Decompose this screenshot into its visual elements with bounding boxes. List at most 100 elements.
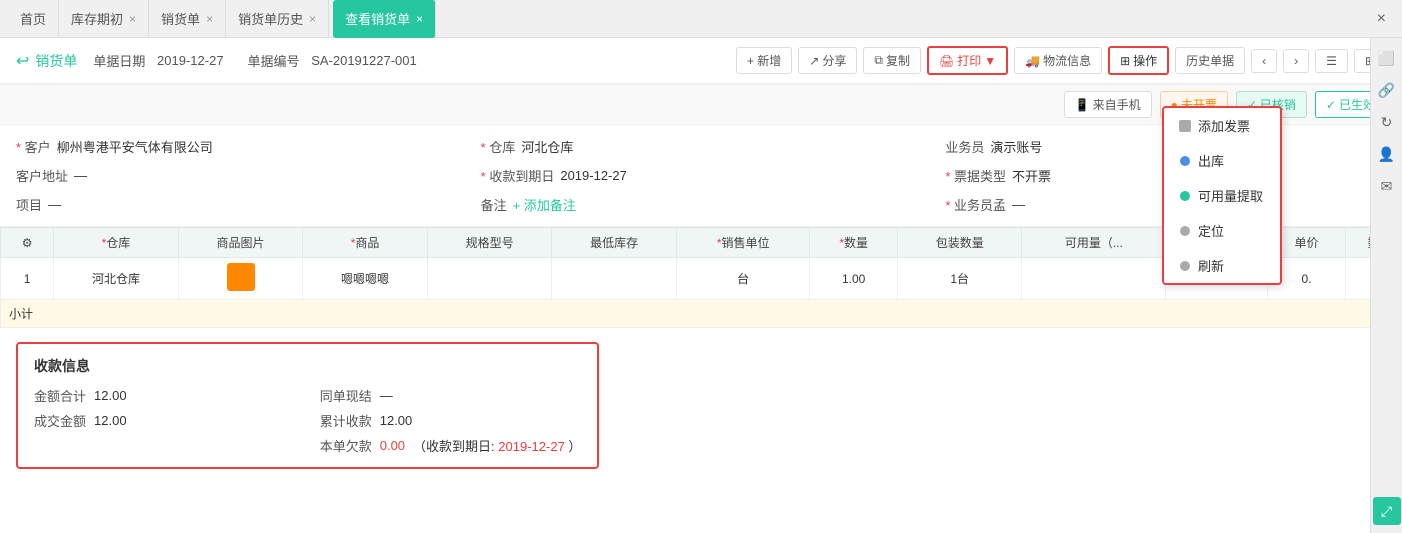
col-spec: 规格型号 bbox=[427, 228, 552, 258]
row-qty: 1.00 bbox=[810, 258, 898, 300]
window-close-button[interactable]: × bbox=[1369, 10, 1394, 28]
project-value: — bbox=[48, 197, 61, 212]
list-view-button[interactable]: ☰ bbox=[1315, 49, 1348, 73]
transaction-amount-row: 成交金额 12.00 bbox=[34, 411, 296, 430]
row-product: 嗯嗯嗯嗯 bbox=[303, 258, 428, 300]
sidebar-icon-refresh[interactable]: ↻ bbox=[1375, 110, 1399, 134]
customer-value: 柳州粤港平安气体有限公司 bbox=[57, 137, 213, 156]
same-order-value: — bbox=[380, 388, 393, 403]
logistics-icon: 🚚 bbox=[1025, 54, 1040, 68]
tab-inventory-init[interactable]: 库存期初 × bbox=[59, 0, 149, 38]
customer-label: 客户 bbox=[16, 137, 51, 156]
add-invoice-item[interactable]: 添加发票 bbox=[1164, 108, 1280, 143]
doc-type-label: ↩ 销货单 bbox=[16, 51, 77, 71]
ticket-type-value: 不开票 bbox=[1012, 166, 1051, 185]
total-amount-value: 12.00 bbox=[94, 388, 127, 403]
row-available bbox=[1022, 258, 1166, 300]
tab-sales-history[interactable]: 销货单历史 × bbox=[226, 0, 329, 38]
sidebar-icon-expand[interactable]: ⤢ bbox=[1373, 497, 1401, 525]
add-invoice-icon bbox=[1178, 119, 1192, 133]
row-unit: 台 bbox=[676, 258, 810, 300]
salesperson-label: 业务员孟 bbox=[945, 195, 1006, 214]
col-pack-qty: 包装数量 bbox=[897, 228, 1022, 258]
same-order-settlement-row: 同单现结 — bbox=[320, 386, 582, 405]
note-add-button[interactable]: + 添加备注 bbox=[513, 195, 576, 214]
print-button[interactable]: 🖨 打印 ▼ bbox=[927, 46, 1008, 75]
row-product-image bbox=[178, 258, 303, 300]
payment-section: 收款信息 金额合计 12.00 同单现结 — 成交金额 12.00 bbox=[16, 342, 599, 469]
new-button[interactable]: + 新增 bbox=[736, 47, 792, 74]
col-min-stock: 最低库存 bbox=[552, 228, 677, 258]
sidebar-icon-message[interactable]: ✉ bbox=[1375, 174, 1399, 198]
ticket-type-label: 票据类型 bbox=[945, 166, 1006, 185]
tab-bar: 首页 库存期初 × 销货单 × 销货单历史 × 查看销货单 × × bbox=[0, 0, 1402, 38]
share-button[interactable]: ↗ 分享 bbox=[798, 47, 857, 74]
prev-button[interactable]: ‹ bbox=[1251, 49, 1277, 73]
project-row: 项目 — bbox=[16, 195, 457, 214]
warehouse-out-item[interactable]: 出库 bbox=[1164, 143, 1280, 178]
available-qty-icon bbox=[1178, 189, 1192, 203]
col-settings[interactable]: ⚙ bbox=[1, 228, 54, 258]
print-icon: 🖨 bbox=[939, 54, 954, 68]
project-label: 项目 bbox=[16, 195, 42, 214]
transaction-amount-label: 成交金额 bbox=[34, 411, 86, 430]
effective-icon: ✓ bbox=[1326, 98, 1336, 112]
history-button[interactable]: 历史单据 bbox=[1175, 47, 1245, 74]
sidebar-icon-user[interactable]: 👤 bbox=[1375, 142, 1399, 166]
col-unit: *销售单位 bbox=[676, 228, 810, 258]
operation-dropdown: 添加发票 出库 可用量提取 定位 bbox=[1162, 106, 1282, 285]
total-amount-row: 金额合计 12.00 bbox=[34, 386, 296, 405]
doc-number-label: 单据编号 SA-20191227-001 bbox=[248, 51, 417, 70]
locate-icon bbox=[1178, 224, 1192, 238]
copy-icon: ⧉ bbox=[874, 53, 883, 68]
next-button[interactable]: › bbox=[1283, 49, 1309, 73]
copy-button[interactable]: ⧉ 复制 bbox=[863, 47, 921, 74]
row-pack-qty: 1台 bbox=[897, 258, 1022, 300]
salesperson-value: — bbox=[1012, 197, 1025, 212]
address-value: — bbox=[74, 168, 87, 183]
payment-title: 收款信息 bbox=[34, 356, 581, 376]
close-inventory-init[interactable]: × bbox=[129, 12, 136, 26]
locate-item[interactable]: 定位 bbox=[1164, 213, 1280, 248]
total-amount-label: 金额合计 bbox=[34, 386, 86, 405]
cumulative-receipt-row: 累计收款 12.00 bbox=[320, 411, 582, 430]
sidebar-icon-document[interactable]: ⬜ bbox=[1375, 46, 1399, 70]
refresh-item[interactable]: 刷新 bbox=[1164, 248, 1280, 283]
payment-date-label: 收款到期日 bbox=[481, 166, 555, 185]
current-due-value: 0.00 bbox=[380, 438, 405, 453]
staff-value: 演示账号 bbox=[990, 137, 1042, 156]
operation-button[interactable]: ⊞ 操作 bbox=[1108, 46, 1169, 75]
note-row: 备注 + 添加备注 bbox=[481, 195, 922, 214]
col-product: *商品 bbox=[303, 228, 428, 258]
share-icon: ↗ bbox=[809, 54, 819, 68]
close-sales-history[interactable]: × bbox=[309, 12, 316, 26]
logistics-button[interactable]: 🚚 物流信息 bbox=[1014, 47, 1102, 74]
col-available: 可用量（... bbox=[1022, 228, 1166, 258]
doc-header: ↩ 销货单 单据日期 2019-12-27 单据编号 SA-20191227-0… bbox=[0, 38, 1402, 84]
operation-icon: ⊞ bbox=[1120, 54, 1130, 68]
staff-label: 业务员 bbox=[945, 137, 984, 156]
row-warehouse: 河北仓库 bbox=[54, 258, 179, 300]
tab-home[interactable]: 首页 bbox=[8, 0, 59, 38]
due-date-value: 2019-12-27 bbox=[498, 439, 565, 454]
payment-date-value: 2019-12-27 bbox=[560, 168, 627, 183]
doc-date-label: 单据日期 2019-12-27 bbox=[93, 51, 223, 70]
note-label: 备注 bbox=[481, 195, 507, 214]
tab-sales-order[interactable]: 销货单 × bbox=[149, 0, 226, 38]
doc-meta: 单据日期 2019-12-27 单据编号 SA-20191227-001 bbox=[93, 51, 416, 70]
row-index: 1 bbox=[1, 258, 54, 300]
from-phone-button[interactable]: 📱 来自手机 bbox=[1064, 91, 1152, 118]
close-sales-order[interactable]: × bbox=[206, 12, 213, 26]
payment-date-row: 收款到期日 2019-12-27 bbox=[481, 166, 922, 185]
address-row: 客户地址 — bbox=[16, 166, 457, 185]
current-due-row: 本单欠款 0.00 （收款到期日: 2019-12-27 ） bbox=[320, 436, 582, 455]
available-qty-item[interactable]: 可用量提取 bbox=[1164, 178, 1280, 213]
cumulative-receipt-label: 累计收款 bbox=[320, 411, 372, 430]
warehouse-row: 仓库 河北仓库 bbox=[481, 137, 922, 156]
tab-view-sales[interactable]: 查看销货单 × bbox=[333, 0, 436, 38]
close-view-sales[interactable]: × bbox=[416, 12, 423, 26]
row-min-stock bbox=[552, 258, 677, 300]
address-label: 客户地址 bbox=[16, 166, 68, 185]
warehouse-value: 河北仓库 bbox=[521, 137, 573, 156]
sidebar-icon-link[interactable]: 🔗 bbox=[1375, 78, 1399, 102]
